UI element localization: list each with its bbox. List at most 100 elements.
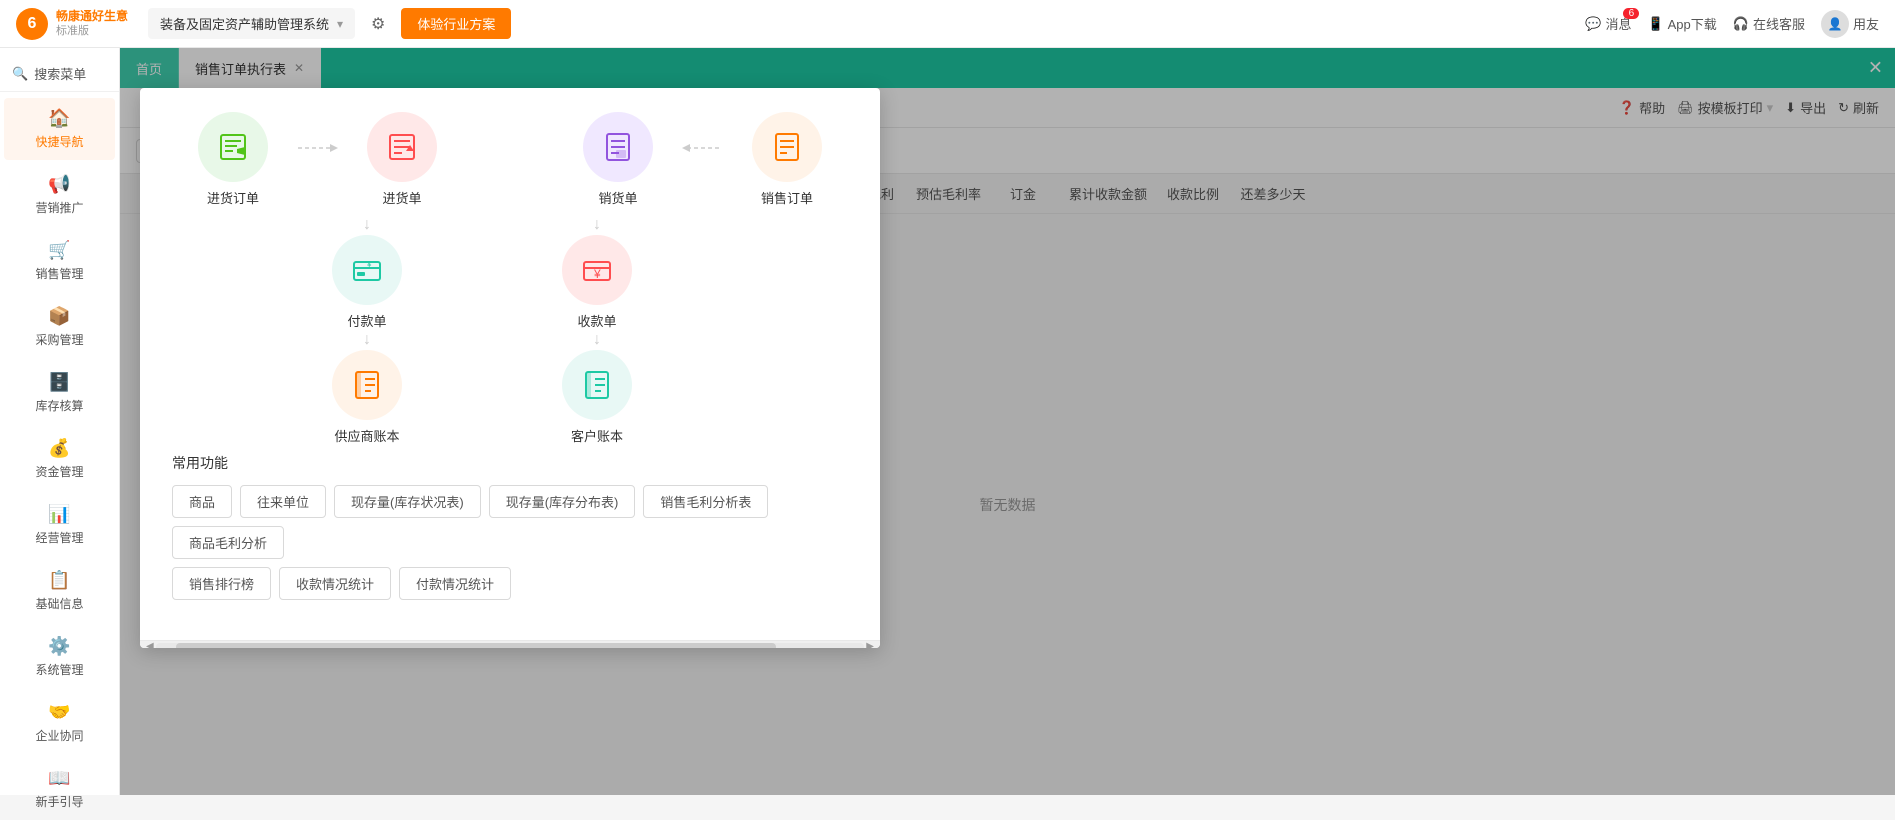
- flow-purchase-order: 进货订单: [172, 112, 294, 207]
- supplier-book-circle[interactable]: [332, 350, 402, 420]
- purchase-bill-label: 进货单: [383, 188, 422, 207]
- message-icon: 💬: [1585, 16, 1601, 32]
- down-arrow-1: ↓: [363, 215, 371, 235]
- basic-icon: 📋: [48, 570, 70, 591]
- app-title-area[interactable]: 装备及固定资产辅助管理系统 ▾: [148, 8, 355, 39]
- main-layout: 🔍 搜索菜单 🏠 快捷导航 📢 营销推广 🛒 销售管理 📦 采购管理 🗄️ 库存…: [0, 48, 1895, 795]
- scrollbar-track[interactable]: [156, 643, 865, 649]
- sidebar-item-inventory[interactable]: 🗄️ 库存核算: [4, 362, 115, 424]
- func-buttons-row2: 销售排行榜 收款情况统计 付款情况统计: [172, 567, 848, 600]
- app-download-action[interactable]: 📱 App下载: [1647, 14, 1716, 33]
- modal-overlay[interactable]: 进货订单 进货单: [120, 48, 1895, 795]
- arrow-2: [679, 142, 726, 178]
- flow-right-receipt: ↓ ¥ 收款单: [532, 215, 662, 330]
- supplier-book-label: 供应商账本: [334, 426, 399, 445]
- settings-icon-btn[interactable]: ⚙: [367, 10, 389, 38]
- header-right: 💬 消息 6 📱 App下载 🎧 在线客服 👤 用友: [1585, 10, 1879, 38]
- newbie-icon: 📖: [48, 768, 70, 789]
- func-btn-contacts[interactable]: 往来单位: [240, 485, 326, 518]
- message-action[interactable]: 💬 消息 6: [1585, 14, 1631, 33]
- download-icon: 📱: [1647, 16, 1663, 32]
- sales-order-label: 销售订单: [761, 188, 813, 207]
- flow-sales-order: 销售订单: [726, 112, 848, 207]
- sales-icon: 🛒: [48, 240, 70, 261]
- system-icon: ⚙️: [48, 636, 70, 657]
- spacer3: [432, 330, 532, 445]
- sidebar: 🔍 搜索菜单 🏠 快捷导航 📢 营销推广 🛒 销售管理 📦 采购管理 🗄️ 库存…: [0, 48, 120, 795]
- func-btn-sales-rank[interactable]: 销售排行榜: [172, 567, 271, 600]
- customer-book-circle[interactable]: [562, 350, 632, 420]
- payment-label: 付款单: [347, 311, 386, 330]
- content-area: 首页 销售订单执行表 ✕ ✕ ❓ 帮助 🖨 按模板打印 ▾ ⬇ 导: [120, 48, 1895, 795]
- sidebar-item-enterprise[interactable]: 🤝 企业协同: [4, 692, 115, 754]
- flow-left-payment: ↓ ¥ 付款单: [302, 215, 432, 330]
- modal-box: 进货订单 进货单: [140, 88, 880, 648]
- search-menu-btn[interactable]: 🔍 搜索菜单: [0, 56, 119, 92]
- arrow-1: [294, 142, 341, 178]
- service-icon: 🎧: [1733, 16, 1749, 32]
- app-title: 装备及固定资产辅助管理系统: [160, 14, 329, 33]
- search-icon: 🔍: [12, 66, 28, 82]
- sidebar-item-sales[interactable]: 🛒 销售管理: [4, 230, 115, 292]
- func-btn-sales-profit[interactable]: 销售毛利分析表: [643, 485, 768, 518]
- func-btn-receipt-stat[interactable]: 收款情况统计: [279, 567, 391, 600]
- app-title-dropdown-icon: ▾: [337, 17, 343, 31]
- down-arrow-3: ↓: [363, 330, 371, 350]
- func-btn-goods-profit[interactable]: 商品毛利分析: [172, 526, 284, 559]
- online-service-label: 在线客服: [1753, 14, 1805, 33]
- operation-icon: 📊: [48, 504, 70, 525]
- logo-text: 畅康通好生意 标准版: [56, 9, 128, 39]
- inventory-icon: 🗄️: [48, 372, 70, 393]
- top-header: 6 畅康通好生意 标准版 装备及固定资产辅助管理系统 ▾ ⚙ 体验行业方案 💬 …: [0, 0, 1895, 48]
- header-left: 6 畅康通好生意 标准版 装备及固定资产辅助管理系统 ▾ ⚙ 体验行业方案: [16, 8, 511, 40]
- flow-top-row: 进货订单 进货单: [172, 112, 848, 207]
- sales-bill-circle[interactable]: [583, 112, 653, 182]
- func-btn-stock-dist[interactable]: 现存量(库存分布表): [489, 485, 636, 518]
- func-btn-goods[interactable]: 商品: [172, 485, 232, 518]
- sidebar-item-purchase[interactable]: 📦 采购管理: [4, 296, 115, 358]
- sidebar-item-quick-nav[interactable]: 🏠 快捷导航: [4, 98, 115, 160]
- logo-icon: 6: [16, 8, 48, 40]
- user-action[interactable]: 👤 用友: [1821, 10, 1879, 38]
- avatar: 👤: [1821, 10, 1849, 38]
- message-badge: 6: [1623, 8, 1639, 19]
- marketing-icon: 📢: [48, 174, 70, 195]
- scroll-left-icon[interactable]: ◀: [144, 641, 156, 648]
- purchase-icon: 📦: [48, 306, 70, 327]
- purchase-order-label: 进货订单: [207, 188, 259, 207]
- modal-content: 进货订单 进货单: [140, 88, 880, 632]
- enterprise-icon: 🤝: [48, 702, 70, 723]
- flow-supplier-book: ↓ 供应商账本: [302, 330, 432, 445]
- flow-bottom-section: ↓ 供应商账本 ↓: [172, 330, 848, 445]
- sales-bill-label: 销货单: [598, 188, 637, 207]
- trial-btn[interactable]: 体验行业方案: [401, 8, 511, 39]
- sidebar-item-finance[interactable]: 💰 资金管理: [4, 428, 115, 490]
- func-btn-payment-stat[interactable]: 付款情况统计: [399, 567, 511, 600]
- down-arrow-2: ↓: [593, 215, 601, 235]
- sidebar-item-system[interactable]: ⚙️ 系统管理: [4, 626, 115, 688]
- spacer2: [432, 215, 482, 330]
- purchase-order-circle[interactable]: [198, 112, 268, 182]
- sidebar-item-operation[interactable]: 📊 经营管理: [4, 494, 115, 556]
- func-btn-stock-status[interactable]: 现存量(库存状况表): [334, 485, 481, 518]
- online-service-action[interactable]: 🎧 在线客服: [1733, 14, 1805, 33]
- flow-purchase-bill: 进货单: [341, 112, 463, 207]
- common-title: 常用功能: [172, 453, 848, 473]
- common-functions: 常用功能 商品 往来单位 现存量(库存状况表) 现存量(库存分布表) 销售毛利分…: [172, 453, 848, 600]
- sidebar-item-marketing[interactable]: 📢 营销推广: [4, 164, 115, 226]
- modal-scrollbar[interactable]: ◀ ▶: [140, 640, 880, 648]
- receipt-circle[interactable]: ¥: [562, 235, 632, 305]
- finance-icon: 💰: [48, 438, 70, 459]
- payment-circle[interactable]: ¥: [332, 235, 402, 305]
- purchase-bill-circle[interactable]: [367, 112, 437, 182]
- scroll-right-icon[interactable]: ▶: [864, 641, 876, 648]
- receipt-label: 收款单: [577, 311, 616, 330]
- sidebar-item-basic[interactable]: 📋 基础信息: [4, 560, 115, 622]
- sales-order-circle[interactable]: [752, 112, 822, 182]
- scrollbar-thumb[interactable]: [176, 643, 776, 649]
- flow-sales-bill: 销货单: [557, 112, 679, 207]
- flow-middle-section: ↓ ¥ 付款单 ↓: [172, 215, 848, 330]
- sidebar-item-newbie[interactable]: 📖 新手引导: [4, 758, 115, 820]
- flow-customer-book: ↓ 客户账本: [532, 330, 662, 445]
- logo-area: 6 畅康通好生意 标准版: [16, 8, 136, 40]
